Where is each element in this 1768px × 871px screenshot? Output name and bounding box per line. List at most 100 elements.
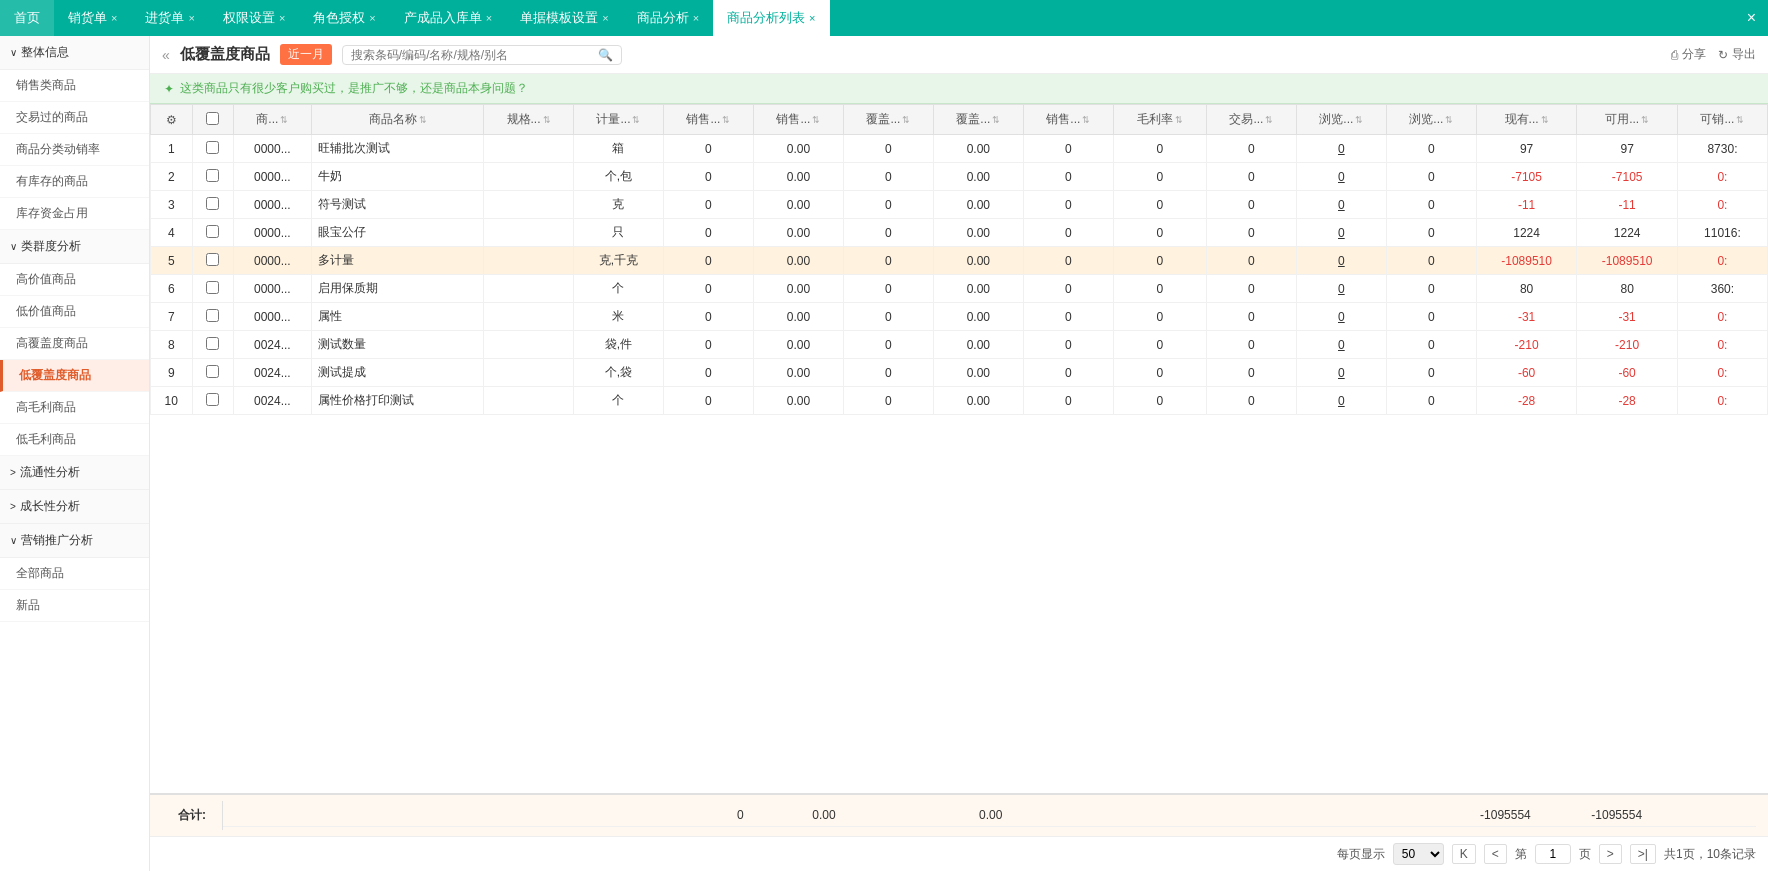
row-browse1[interactable]: 0 xyxy=(1296,191,1386,219)
sidebar-section-growth[interactable]: > 成长性分析 xyxy=(0,490,149,524)
col-browse2[interactable]: 浏览...⇅ xyxy=(1386,105,1476,135)
search-input[interactable] xyxy=(351,48,594,62)
row-name[interactable]: 牛奶 xyxy=(312,163,484,191)
row-select-checkbox[interactable] xyxy=(206,225,219,238)
row-browse1[interactable]: 0 xyxy=(1296,387,1386,415)
sidebar-collapse-btn[interactable]: « xyxy=(162,47,170,63)
sidebar-section-marketing[interactable]: ∨ 营销推广分析 xyxy=(0,524,149,558)
sidebar-item-traded-products[interactable]: 交易过的商品 xyxy=(0,102,149,134)
nav-template-settings[interactable]: 单据模板设置 × xyxy=(506,0,622,36)
nav-product-storage[interactable]: 产成品入库单 × xyxy=(390,0,506,36)
sidebar-item-low-value[interactable]: 低价值商品 xyxy=(0,296,149,328)
sidebar-item-stock-capital[interactable]: 库存资金占用 xyxy=(0,198,149,230)
sidebar-item-all-products[interactable]: 全部商品 xyxy=(0,558,149,590)
col-available-stock[interactable]: 可用...⇅ xyxy=(1577,105,1678,135)
first-page-btn[interactable]: K xyxy=(1452,844,1476,864)
row-select-checkbox[interactable] xyxy=(206,141,219,154)
col-coverage1[interactable]: 覆盖...⇅ xyxy=(843,105,933,135)
col-sales-count2[interactable]: 销售...⇅ xyxy=(1023,105,1113,135)
col-settings[interactable]: ⚙ xyxy=(151,105,193,135)
row-name[interactable]: 旺辅批次测试 xyxy=(312,135,484,163)
export-button[interactable]: ↻ 导出 xyxy=(1718,46,1756,63)
row-browse1[interactable]: 0 xyxy=(1296,163,1386,191)
col-saleable[interactable]: 可销...⇅ xyxy=(1677,105,1767,135)
sidebar-item-high-margin[interactable]: 高毛利商品 xyxy=(0,392,149,424)
nav-permissions[interactable]: 权限设置 × xyxy=(209,0,299,36)
row-checkbox[interactable] xyxy=(192,359,233,387)
row-name[interactable]: 测试数量 xyxy=(312,331,484,359)
current-page-input[interactable] xyxy=(1535,844,1571,864)
row-name[interactable]: 属性价格打印测试 xyxy=(312,387,484,415)
sidebar-item-low-coverage[interactable]: 低覆盖度商品 xyxy=(0,360,149,392)
row-browse1[interactable]: 0 xyxy=(1296,135,1386,163)
nav-close-icon[interactable]: × xyxy=(486,0,492,36)
nav-close-icon[interactable]: × xyxy=(809,0,815,36)
sidebar-item-high-value[interactable]: 高价值商品 xyxy=(0,264,149,296)
nav-close-icon[interactable]: × xyxy=(111,0,117,36)
col-name[interactable]: 商品名称⇅ xyxy=(312,105,484,135)
row-name[interactable]: 属性 xyxy=(312,303,484,331)
row-checkbox[interactable] xyxy=(192,331,233,359)
col-unit[interactable]: 计量...⇅ xyxy=(574,105,664,135)
nav-home[interactable]: 首页 xyxy=(0,0,54,36)
nav-sales[interactable]: 销货单 × xyxy=(54,0,131,36)
row-browse1[interactable]: 0 xyxy=(1296,247,1386,275)
col-code[interactable]: 商...⇅ xyxy=(233,105,311,135)
nav-close-icon[interactable]: × xyxy=(369,0,375,36)
row-checkbox[interactable] xyxy=(192,303,233,331)
row-select-checkbox[interactable] xyxy=(206,337,219,350)
sidebar-section-cluster[interactable]: ∨ 类群度分析 xyxy=(0,230,149,264)
nav-close-icon[interactable]: × xyxy=(188,0,194,36)
sidebar-item-sales-products[interactable]: 销售类商品 xyxy=(0,70,149,102)
row-name[interactable]: 多计量 xyxy=(312,247,484,275)
select-all-checkbox[interactable] xyxy=(206,112,219,125)
row-select-checkbox[interactable] xyxy=(206,197,219,210)
search-icon[interactable]: 🔍 xyxy=(598,48,613,62)
nav-roles[interactable]: 角色授权 × xyxy=(299,0,389,36)
sidebar-section-flow[interactable]: > 流通性分析 xyxy=(0,456,149,490)
row-checkbox[interactable] xyxy=(192,387,233,415)
row-checkbox[interactable] xyxy=(192,247,233,275)
next-page-btn[interactable]: > xyxy=(1599,844,1622,864)
row-select-checkbox[interactable] xyxy=(206,309,219,322)
col-current-stock[interactable]: 现有...⇅ xyxy=(1476,105,1577,135)
col-browse1[interactable]: 浏览...⇅ xyxy=(1296,105,1386,135)
col-checkbox[interactable] xyxy=(192,105,233,135)
col-gross-margin[interactable]: 毛利率⇅ xyxy=(1113,105,1206,135)
col-sales-amount[interactable]: 销售...⇅ xyxy=(753,105,843,135)
row-name[interactable]: 启用保质期 xyxy=(312,275,484,303)
row-select-checkbox[interactable] xyxy=(206,393,219,406)
sidebar-item-low-margin[interactable]: 低毛利商品 xyxy=(0,424,149,456)
nav-product-analysis[interactable]: 商品分析 × xyxy=(623,0,713,36)
row-browse1[interactable]: 0 xyxy=(1296,219,1386,247)
row-select-checkbox[interactable] xyxy=(206,365,219,378)
nav-close-icon[interactable]: × xyxy=(602,0,608,36)
prev-page-btn[interactable]: < xyxy=(1484,844,1507,864)
nav-close-icon[interactable]: × xyxy=(279,0,285,36)
row-checkbox[interactable] xyxy=(192,275,233,303)
row-browse1[interactable]: 0 xyxy=(1296,331,1386,359)
row-browse1[interactable]: 0 xyxy=(1296,359,1386,387)
sidebar-item-category-dynamics[interactable]: 商品分类动销率 xyxy=(0,134,149,166)
sidebar-section-overall[interactable]: ∨ 整体信息 xyxy=(0,36,149,70)
nav-purchase[interactable]: 进货单 × xyxy=(131,0,208,36)
row-checkbox[interactable] xyxy=(192,191,233,219)
col-spec[interactable]: 规格...⇅ xyxy=(484,105,574,135)
window-close-btn[interactable]: × xyxy=(1747,9,1756,27)
sidebar-item-new-products[interactable]: 新品 xyxy=(0,590,149,622)
row-browse1[interactable]: 0 xyxy=(1296,275,1386,303)
row-select-checkbox[interactable] xyxy=(206,253,219,266)
period-button[interactable]: 近一月 xyxy=(280,44,332,65)
sidebar-item-in-stock-products[interactable]: 有库存的商品 xyxy=(0,166,149,198)
per-page-select[interactable]: 50 10 20 100 xyxy=(1393,843,1444,865)
row-name[interactable]: 符号测试 xyxy=(312,191,484,219)
col-transaction[interactable]: 交易...⇅ xyxy=(1206,105,1296,135)
row-checkbox[interactable] xyxy=(192,219,233,247)
row-checkbox[interactable] xyxy=(192,135,233,163)
col-sales-count[interactable]: 销售...⇅ xyxy=(663,105,753,135)
row-name[interactable]: 眼宝公仔 xyxy=(312,219,484,247)
col-coverage2[interactable]: 覆盖...⇅ xyxy=(933,105,1023,135)
row-select-checkbox[interactable] xyxy=(206,281,219,294)
share-button[interactable]: ⎙ 分享 xyxy=(1671,46,1706,63)
row-checkbox[interactable] xyxy=(192,163,233,191)
